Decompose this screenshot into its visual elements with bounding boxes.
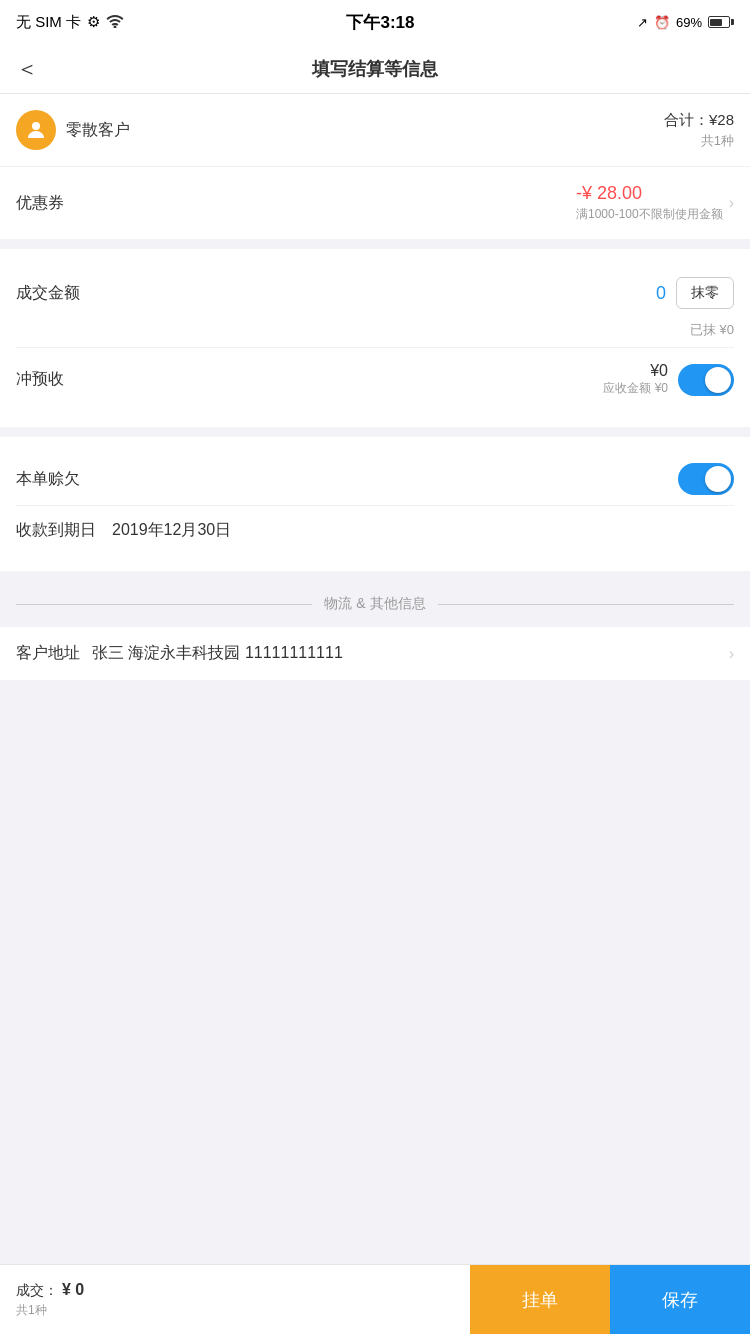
debit-toggle[interactable]	[678, 463, 734, 495]
status-left: 无 SIM 卡 ⚙	[16, 13, 124, 32]
bottom-bar: 成交： ¥ 0 共1种 挂单 保存	[0, 1264, 750, 1334]
divider-line-right	[438, 604, 734, 605]
address-left: 客户地址 张三 海淀永丰科技园 11111111111	[16, 643, 343, 664]
page-title: 填写结算等信息	[312, 57, 438, 81]
debit-row: 本单赊欠	[16, 453, 734, 505]
deal-amount: ¥ 0	[62, 1281, 84, 1299]
debit-section: 本单赊欠 收款到期日 2019年12月30日	[0, 437, 750, 571]
status-time: 下午3:18	[346, 11, 414, 34]
prereceive-value: ¥0	[603, 362, 668, 380]
transaction-label: 成交金额	[16, 283, 80, 304]
prereceive-amount: ¥0 应收金额 ¥0	[603, 362, 668, 397]
prereceive-right: ¥0 应收金额 ¥0	[603, 362, 734, 397]
status-right: ↗ ⏰ 69%	[637, 15, 734, 30]
logistics-label: 物流 & 其他信息	[324, 595, 425, 613]
alarm-icon: ⏰	[654, 15, 670, 30]
nav-bar: ＜ 填写结算等信息	[0, 44, 750, 94]
customer-section: 零散客户 合计：¥28 共1种 优惠券 -¥ 28.00 满1000-100不限…	[0, 94, 750, 239]
total-count: 共1种	[664, 132, 734, 150]
coupon-desc: 满1000-100不限制使用金额	[576, 206, 723, 223]
prereceive-label: 冲预收	[16, 369, 64, 390]
hangup-button[interactable]: 挂单	[470, 1265, 610, 1334]
carrier-text: 无 SIM 卡	[16, 13, 81, 32]
divider-line-left	[16, 604, 312, 605]
total-amount: 合计：¥28	[664, 111, 734, 130]
location-icon: ↗	[637, 15, 648, 30]
customer-left: 零散客户	[16, 110, 130, 150]
coupon-right: -¥ 28.00 满1000-100不限制使用金额 ›	[576, 183, 734, 223]
customer-total: 合计：¥28 共1种	[664, 111, 734, 150]
svg-point-1	[32, 122, 40, 130]
coupon-chevron-icon: ›	[729, 194, 734, 212]
round-button[interactable]: 抹零	[676, 277, 734, 309]
debit-toggle-knob	[705, 466, 731, 492]
battery-percent: 69%	[676, 15, 702, 30]
logistics-divider: 物流 & 其他信息	[0, 581, 750, 627]
transaction-sub: 已抹 ¥0	[16, 321, 734, 347]
bottom-info: 成交： ¥ 0 共1种	[0, 1281, 470, 1319]
debit-label: 本单赊欠	[16, 469, 80, 490]
toggle-knob	[705, 367, 731, 393]
prereceive-toggle[interactable]	[678, 364, 734, 396]
address-label: 客户地址	[16, 643, 80, 664]
address-chevron-icon: ›	[729, 645, 734, 663]
empty-space	[0, 680, 750, 880]
coupon-info: -¥ 28.00 满1000-100不限制使用金额	[576, 183, 723, 223]
battery-icon	[708, 16, 734, 28]
transaction-right: 0 抹零	[656, 277, 734, 309]
deal-count: 共1种	[16, 1302, 454, 1319]
wifi-icon: ⚙	[87, 13, 100, 31]
wifi-signal-icon	[106, 14, 124, 31]
status-bar: 无 SIM 卡 ⚙ 下午3:18 ↗ ⏰ 69%	[0, 0, 750, 44]
logistics-section: 物流 & 其他信息	[0, 581, 750, 627]
transaction-section: 成交金额 0 抹零 已抹 ¥0 冲预收 ¥0 应收金额 ¥0	[0, 249, 750, 427]
deal-label: 成交：	[16, 1282, 58, 1300]
address-row[interactable]: 客户地址 张三 海淀永丰科技园 11111111111 ›	[0, 627, 750, 680]
svg-point-0	[114, 25, 117, 28]
back-button[interactable]: ＜	[16, 46, 46, 92]
due-date-value: 2019年12月30日	[112, 520, 231, 541]
due-date-label: 收款到期日	[16, 520, 96, 541]
coupon-discount: -¥ 28.00	[576, 183, 723, 204]
address-value: 张三 海淀永丰科技园 11111111111	[92, 643, 343, 664]
customer-avatar	[16, 110, 56, 150]
transaction-row: 成交金额 0 抹零	[16, 265, 734, 321]
bottom-buttons: 挂单 保存	[470, 1265, 750, 1334]
coupon-row[interactable]: 优惠券 -¥ 28.00 满1000-100不限制使用金额 ›	[0, 166, 750, 239]
prereceive-sub: 应收金额 ¥0	[603, 380, 668, 397]
transaction-value: 0	[656, 283, 666, 304]
save-button[interactable]: 保存	[610, 1265, 750, 1334]
customer-row: 零散客户 合计：¥28 共1种	[0, 94, 750, 166]
prereceive-row: 冲预收 ¥0 应收金额 ¥0	[16, 348, 734, 411]
due-date-row: 收款到期日 2019年12月30日	[16, 506, 734, 555]
coupon-label: 优惠券	[16, 193, 64, 214]
customer-name: 零散客户	[66, 120, 130, 141]
